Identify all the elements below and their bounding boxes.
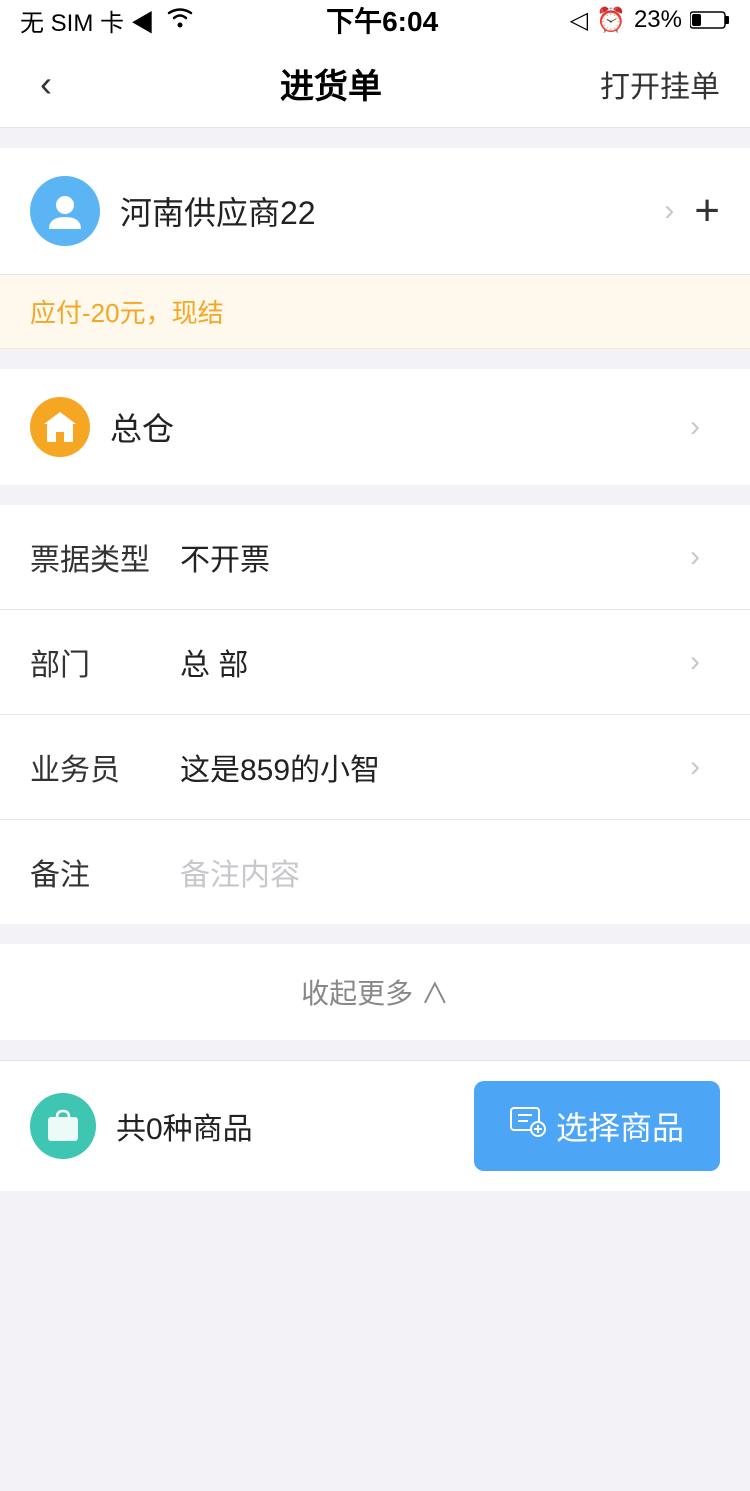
invoice-type-value: 不开票 (180, 535, 690, 579)
invoice-type-label: 票据类型 (30, 535, 180, 579)
section-gap-2 (0, 349, 750, 369)
goods-bag-icon (44, 1107, 82, 1145)
supplier-card: 河南供应商22 › + 应付-20元，现结 (0, 148, 750, 349)
location-icon: ◁ (570, 6, 588, 35)
wifi-icon (165, 6, 195, 35)
battery-label: 23% (634, 6, 682, 34)
department-value: 总 部 (180, 640, 690, 684)
warehouse-icon-wrap (30, 397, 90, 457)
department-chevron-icon: › (690, 645, 700, 679)
supplier-row[interactable]: 河南供应商22 › + (0, 148, 750, 275)
page-rest (0, 1191, 750, 1491)
collapse-label: 收起更多 ∧ (301, 978, 449, 1009)
goods-count-label: 共0种商品 (116, 1104, 474, 1148)
nav-bar: ‹ 进货单 打开挂单 (0, 40, 750, 128)
remark-row[interactable]: 备注 备注内容 (0, 820, 750, 924)
open-pending-button[interactable]: 打开挂单 (600, 62, 720, 106)
department-row[interactable]: 部门 总 部 › (0, 610, 750, 715)
status-time: 下午6:04 (326, 0, 438, 40)
form-card: 票据类型 不开票 › 部门 总 部 › 业务员 这是859的小智 › 备注 备注… (0, 505, 750, 924)
status-right: ◁ ⏰ 23% (570, 6, 730, 35)
remark-input[interactable]: 备注内容 (180, 850, 720, 894)
supplier-name: 河南供应商22 (120, 188, 664, 234)
warehouse-row[interactable]: 总仓 › (0, 369, 750, 485)
back-button[interactable]: ‹ (30, 53, 62, 115)
alarm-icon: ⏰ (596, 6, 626, 35)
select-goods-icon (510, 1107, 546, 1145)
salesperson-value: 这是859的小智 (180, 745, 690, 789)
salesperson-chevron-icon: › (690, 750, 700, 784)
status-bar: 无 SIM 卡 ◀ 下午6:04 ◁ ⏰ 23% (0, 0, 750, 40)
select-goods-button[interactable]: 选择商品 (474, 1081, 720, 1171)
avatar (30, 176, 100, 246)
bottom-bar: 共0种商品 选择商品 (0, 1060, 750, 1191)
add-button[interactable]: + (694, 186, 720, 236)
department-label: 部门 (30, 640, 180, 684)
chevron-right-icon: › (664, 194, 674, 228)
sim-label: 无 SIM 卡 ◀ (20, 3, 155, 38)
invoice-type-row[interactable]: 票据类型 不开票 › (0, 505, 750, 610)
warehouse-card: 总仓 › (0, 369, 750, 485)
person-icon (45, 191, 85, 231)
notice-bar: 应付-20元，现结 (0, 275, 750, 349)
salesperson-label: 业务员 (30, 745, 180, 789)
remark-label: 备注 (30, 850, 180, 894)
goods-icon-wrap (30, 1093, 96, 1159)
warehouse-name: 总仓 (110, 404, 690, 450)
battery-icon (690, 10, 730, 30)
invoice-chevron-icon: › (690, 540, 700, 574)
collapse-row[interactable]: 收起更多 ∧ (0, 944, 750, 1040)
warehouse-icon (43, 410, 77, 444)
select-goods-label: 选择商品 (556, 1103, 684, 1149)
status-left: 无 SIM 卡 ◀ (20, 3, 195, 38)
page-title: 进货单 (280, 59, 382, 108)
salesperson-row[interactable]: 业务员 这是859的小智 › (0, 715, 750, 820)
warehouse-chevron-icon: › (690, 410, 700, 444)
notice-text: 应付-20元，现结 (30, 298, 224, 328)
section-gap-1 (0, 128, 750, 148)
